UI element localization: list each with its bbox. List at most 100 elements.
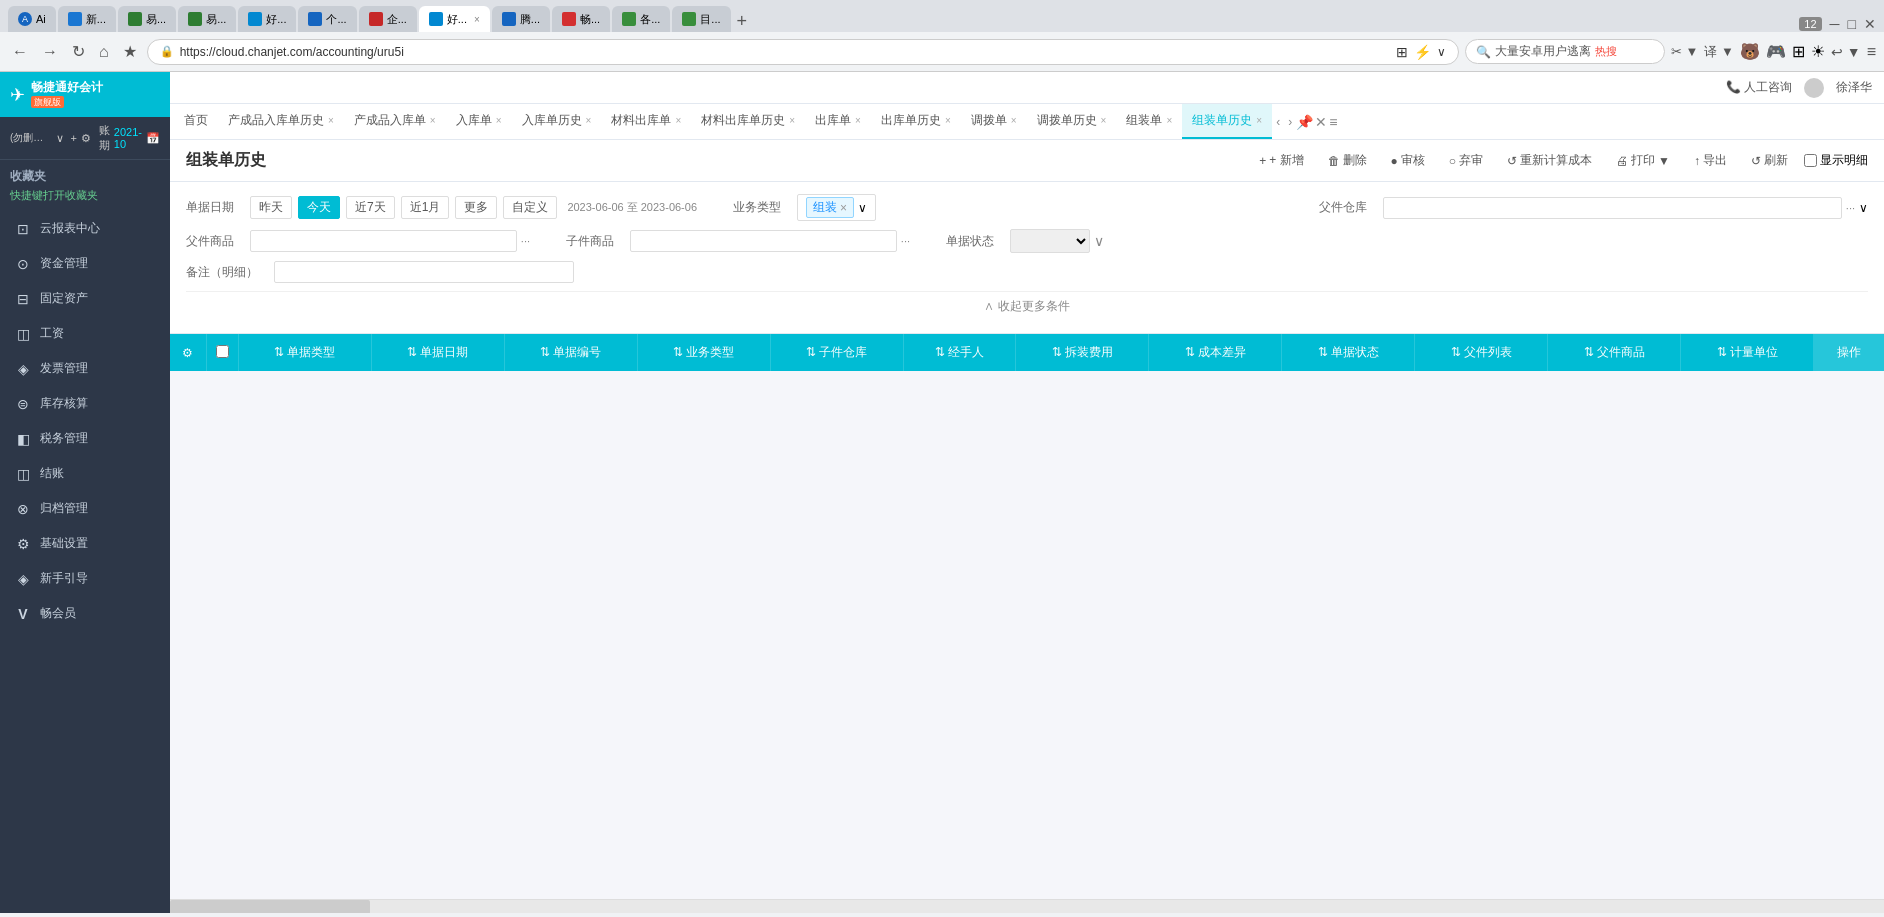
parent-goods-input[interactable]: [250, 230, 517, 252]
browser-tab-yi2[interactable]: 易...: [178, 6, 236, 32]
game-icon[interactable]: 🎮: [1766, 42, 1786, 61]
scrollbar-thumb[interactable]: [170, 900, 370, 913]
tab-transfer-history[interactable]: 调拨单历史 ×: [1027, 104, 1117, 139]
browser-tab-yi1[interactable]: 易...: [118, 6, 176, 32]
tab-close-transfer-history[interactable]: ×: [1101, 115, 1107, 126]
new-button[interactable]: + + 新增: [1251, 148, 1311, 173]
new-tab-button[interactable]: +: [733, 11, 752, 32]
tab-close-material-out[interactable]: ×: [675, 115, 681, 126]
company-selector[interactable]: (勿删勿禁用）江西服宝测试专用 ∨ + ⚙ 账期 2021-10 📅: [0, 117, 170, 160]
settings-icon[interactable]: ⚙: [182, 346, 193, 360]
browser-tab-hao1[interactable]: 好...: [238, 6, 296, 32]
tab-inbound-history[interactable]: 入库单历史 ×: [512, 104, 602, 139]
parent-goods-more[interactable]: ···: [521, 235, 530, 247]
browser-tab-teng[interactable]: 腾...: [492, 6, 550, 32]
abandon-button[interactable]: ○ 弃审: [1441, 148, 1491, 173]
tab-finished[interactable]: 产成品入库单 ×: [344, 104, 446, 139]
business-type-remove[interactable]: ×: [840, 201, 847, 215]
tab-close-material-out-history[interactable]: ×: [789, 115, 795, 126]
th-handler[interactable]: ⇅ 经手人: [903, 334, 1016, 371]
collapse-bar[interactable]: ∧ 收起更多条件: [186, 291, 1868, 321]
grid-icon[interactable]: ⊞: [1792, 42, 1805, 61]
browser-tab-close-hao2[interactable]: ×: [474, 14, 480, 25]
bookmark-button[interactable]: ★: [119, 40, 141, 63]
url-bar[interactable]: 🔒 https://cloud.chanjet.com/accounting/u…: [147, 39, 1459, 65]
th-order-date[interactable]: ⇅ 单据日期: [371, 334, 504, 371]
delete-button[interactable]: 🗑 删除: [1320, 148, 1375, 173]
tab-close-outbound[interactable]: ×: [855, 115, 861, 126]
sidebar-item-settings[interactable]: ⚙ 基础设置: [0, 526, 170, 561]
sidebar-item-invoice[interactable]: ◈ 发票管理: [0, 351, 170, 386]
service-link[interactable]: 📞 人工咨询: [1726, 79, 1792, 96]
tab-assembly-history[interactable]: 组装单历史 ×: [1182, 104, 1272, 139]
back-button[interactable]: ←: [8, 41, 32, 63]
nav-left-arrow[interactable]: ‹: [1272, 115, 1284, 129]
menu-icon[interactable]: ≡: [1867, 43, 1876, 61]
sidebar-item-salary[interactable]: ◫ 工资: [0, 316, 170, 351]
th-disassembly-cost[interactable]: ⇅ 拆装费用: [1016, 334, 1149, 371]
tab-material-out[interactable]: 材料出库单 ×: [601, 104, 691, 139]
add-icon[interactable]: +: [70, 132, 76, 144]
maximize-icon[interactable]: □: [1848, 16, 1856, 32]
undo-icon[interactable]: ↩ ▼: [1831, 44, 1861, 60]
tab-close-assembly-history[interactable]: ×: [1256, 115, 1262, 126]
sun-icon[interactable]: ☀: [1811, 42, 1825, 61]
tab-close-outbound-history[interactable]: ×: [945, 115, 951, 126]
th-checkbox[interactable]: [206, 334, 238, 371]
audit-button[interactable]: ● 审核: [1383, 148, 1433, 173]
tab-close-transfer[interactable]: ×: [1011, 115, 1017, 126]
tab-close-finished-history[interactable]: ×: [328, 115, 334, 126]
th-unit[interactable]: ⇅ 计量单位: [1681, 334, 1814, 371]
nav-more-icon[interactable]: ≡: [1329, 114, 1337, 130]
home-button[interactable]: ⌂: [95, 41, 113, 63]
tab-close-inbound[interactable]: ×: [496, 115, 502, 126]
tab-close-inbound-history[interactable]: ×: [586, 115, 592, 126]
week-btn[interactable]: 近7天: [346, 196, 395, 219]
browser-tab-chang[interactable]: 畅...: [552, 6, 610, 32]
sidebar-item-tax[interactable]: ◧ 税务管理: [0, 421, 170, 456]
forward-button[interactable]: →: [38, 41, 62, 63]
sidebar-item-member[interactable]: V 畅会员: [0, 596, 170, 631]
browser-tab-qi[interactable]: 企...: [359, 6, 417, 32]
sidebar-item-closing[interactable]: ◫ 结账: [0, 456, 170, 491]
tab-outbound[interactable]: 出库单 ×: [805, 104, 871, 139]
sidebar-item-inventory[interactable]: ⊜ 库存核算: [0, 386, 170, 421]
th-parent-goods[interactable]: ⇅ 父件商品: [1548, 334, 1681, 371]
browser-tab-ge[interactable]: 个...: [298, 6, 356, 32]
sidebar-item-cloud-reports[interactable]: ⊡ 云报表中心: [0, 211, 170, 246]
minimize-icon[interactable]: ─: [1830, 16, 1840, 32]
th-child-warehouse[interactable]: ⇅ 子件仓库: [770, 334, 903, 371]
month-btn[interactable]: 近1月: [401, 196, 450, 219]
th-order-status[interactable]: ⇅ 单据状态: [1282, 334, 1415, 371]
parent-warehouse-input[interactable]: [1383, 197, 1842, 219]
th-settings[interactable]: ⚙: [170, 334, 206, 371]
refresh-browser-button[interactable]: ↻: [68, 40, 89, 63]
pin-icon[interactable]: 📌: [1296, 114, 1313, 130]
close-icon[interactable]: ✕: [1864, 16, 1876, 32]
search-bar[interactable]: 🔍 大量安卓用户逃离 热搜: [1465, 39, 1665, 64]
order-status-select[interactable]: [1010, 229, 1090, 253]
custom-btn[interactable]: 自定义: [503, 196, 557, 219]
tab-transfer[interactable]: 调拨单 ×: [961, 104, 1027, 139]
tab-inbound[interactable]: 入库单 ×: [446, 104, 512, 139]
yesterday-btn[interactable]: 昨天: [250, 196, 292, 219]
tab-home[interactable]: 首页: [174, 104, 218, 139]
tab-close-assembly[interactable]: ×: [1166, 115, 1172, 126]
emoji-icon[interactable]: 🐻: [1740, 42, 1760, 61]
child-goods-more[interactable]: ···: [901, 235, 910, 247]
today-btn[interactable]: 今天: [298, 196, 340, 219]
th-order-no[interactable]: ⇅ 单据编号: [504, 334, 637, 371]
th-cost-diff[interactable]: ⇅ 成本差异: [1149, 334, 1282, 371]
refresh-button[interactable]: ↺ 刷新: [1743, 148, 1796, 173]
parent-warehouse-more[interactable]: ···: [1846, 202, 1855, 214]
close-all-icon[interactable]: ✕: [1315, 114, 1327, 130]
notes-input[interactable]: [274, 261, 574, 283]
select-all-checkbox[interactable]: [216, 345, 229, 358]
browser-tab-new[interactable]: 新...: [58, 6, 116, 32]
recalculate-button[interactable]: ↺ 重新计算成本: [1499, 148, 1600, 173]
sidebar-item-fixed-assets[interactable]: ⊟ 固定资产: [0, 281, 170, 316]
print-button[interactable]: 🖨 打印 ▼: [1608, 148, 1678, 173]
sidebar-item-guide[interactable]: ◈ 新手引导: [0, 561, 170, 596]
sidebar-item-capital[interactable]: ⊙ 资金管理: [0, 246, 170, 281]
browser-tab-ai[interactable]: A Ai: [8, 6, 56, 32]
